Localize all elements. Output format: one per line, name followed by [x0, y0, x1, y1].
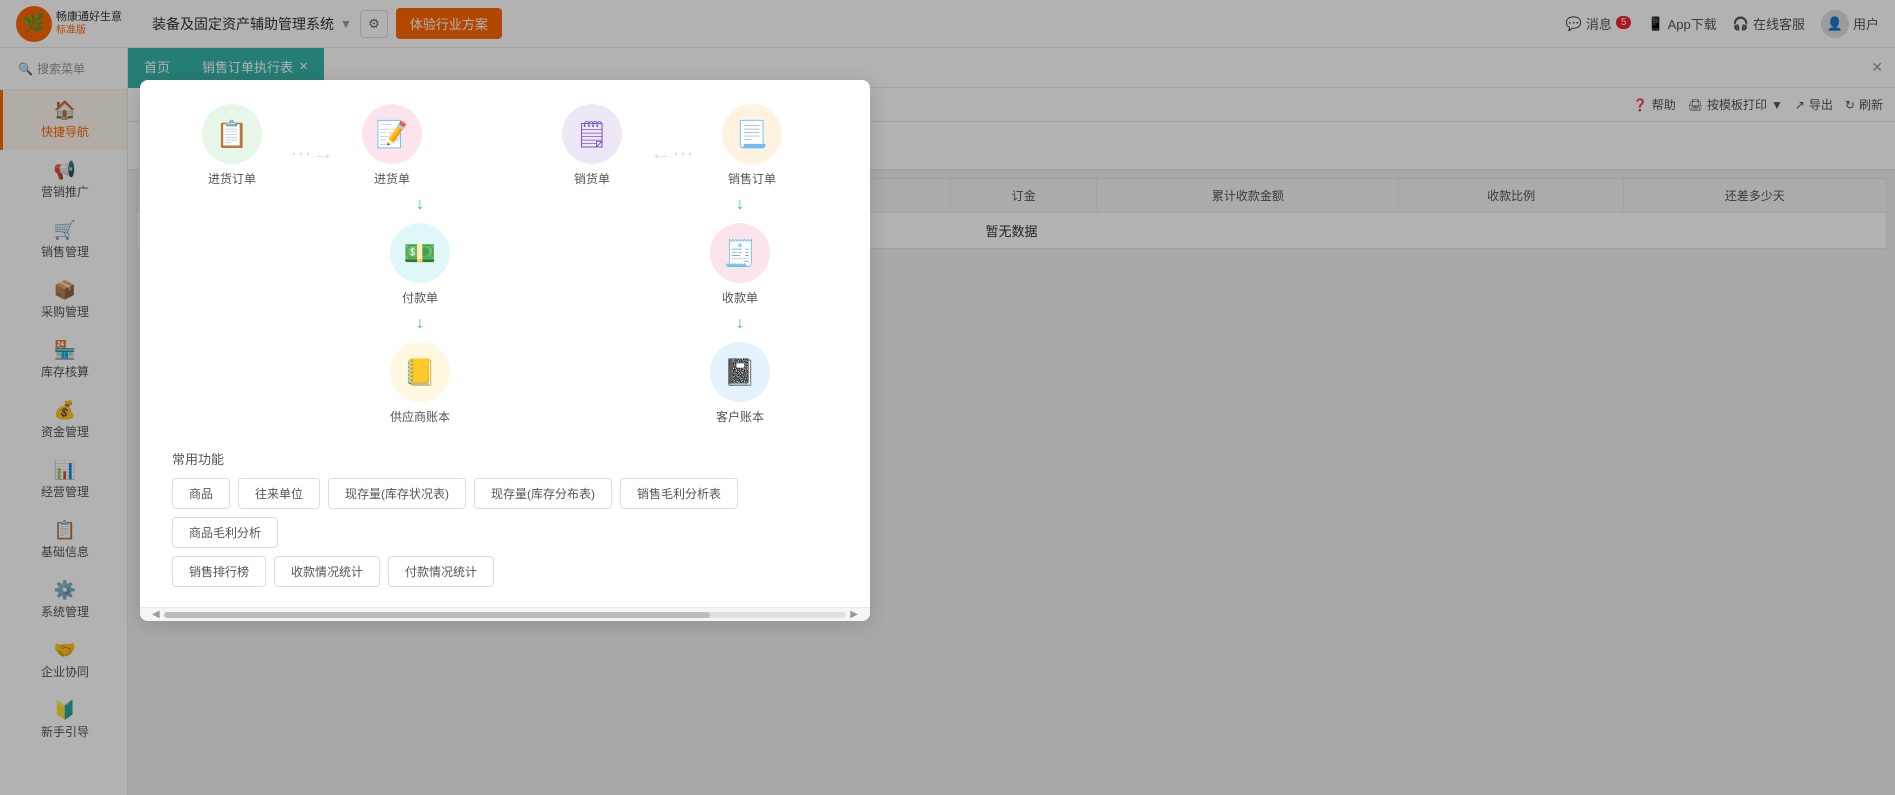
func-buttons-row2: 销售排行榜 收款情况统计 付款情况统计	[172, 556, 838, 587]
func-btn-counterparty[interactable]: 往来单位	[238, 478, 320, 509]
func-btn-payment-stats[interactable]: 付款情况统计	[388, 556, 494, 587]
func-btn-stock-status[interactable]: 现存量(库存状况表)	[328, 478, 466, 509]
func-btn-stock-dist[interactable]: 现存量(库存分布表)	[474, 478, 612, 509]
down-arrow-2: ↓	[680, 195, 800, 215]
func-btn-sales-gross[interactable]: 销售毛利分析表	[620, 478, 738, 509]
down-arrow-1: ↓	[360, 195, 480, 215]
func-btn-receipt-stats[interactable]: 收款情况统计	[274, 556, 380, 587]
flow-node-purchase-bill[interactable]: 📝 进货单	[332, 104, 452, 187]
purchase-order-circle: 📋	[202, 104, 262, 164]
flow-node-sales-bill[interactable]: 🗒 销货单	[532, 104, 652, 187]
flow-node-receipt-bill[interactable]: 🧾 收款单	[680, 223, 800, 306]
flow-row-1: 📋 进货订单 ···→ 📝 进货单	[172, 104, 838, 187]
func-btn-sales-rank[interactable]: 销售排行榜	[172, 556, 266, 587]
common-functions-area: 常用功能 商品 往来单位 现存量(库存状况表) 现存量(库存分布表) 销售毛利分…	[172, 449, 838, 587]
modal-overlay[interactable]: 📋 进货订单 ···→ 📝 进货单	[0, 0, 1895, 795]
sales-order-circle: 📃	[722, 104, 782, 164]
sales-bill-label: 销货单	[574, 170, 610, 187]
flow-arrows-row: ↓ ↓	[360, 195, 838, 215]
modal-box: 📋 进货订单 ···→ 📝 进货单	[140, 80, 870, 621]
arrow-h2: ←···	[652, 126, 692, 166]
common-funcs-title: 常用功能	[172, 449, 838, 468]
modal-content: 📋 进货订单 ···→ 📝 进货单	[140, 80, 870, 607]
flow-node-sales-order[interactable]: 📃 销售订单	[692, 104, 812, 187]
sales-bill-circle: 🗒	[562, 104, 622, 164]
flow-node-customer-ledger[interactable]: 📓 客户账本	[680, 342, 800, 425]
scrollbar-track[interactable]	[164, 612, 847, 618]
down-arrow-3: ↓	[360, 314, 480, 334]
flow-row-3: 📒 供应商账本 📓 客户账本	[360, 342, 838, 425]
supplier-ledger-label: 供应商账本	[390, 408, 450, 425]
modal-scrollbar: ◀ ▶	[140, 607, 870, 621]
scrollbar-thumb	[164, 612, 710, 618]
flow-node-purchase-order[interactable]: 📋 进货订单	[172, 104, 292, 187]
sales-order-label: 销售订单	[728, 170, 776, 187]
func-buttons-row1: 商品 往来单位 现存量(库存状况表) 现存量(库存分布表) 销售毛利分析表 商品…	[172, 478, 838, 548]
purchase-order-label: 进货订单	[208, 170, 256, 187]
payment-bill-label: 付款单	[402, 289, 438, 306]
scroll-left-arrow[interactable]: ◀	[148, 609, 164, 620]
func-btn-product-gross[interactable]: 商品毛利分析	[172, 517, 278, 548]
payment-bill-circle: 💵	[390, 223, 450, 283]
receipt-bill-label: 收款单	[722, 289, 758, 306]
arrow-h1: ···→	[292, 126, 332, 166]
purchase-bill-label: 进货单	[374, 170, 410, 187]
receipt-bill-circle: 🧾	[710, 223, 770, 283]
flow-node-payment-bill[interactable]: 💵 付款单	[360, 223, 480, 306]
flow-chart: 📋 进货订单 ···→ 📝 进货单	[172, 104, 838, 433]
scroll-right-arrow[interactable]: ▶	[846, 609, 862, 620]
flow-row-2: 💵 付款单 🧾 收款单	[360, 223, 838, 306]
func-btn-product[interactable]: 商品	[172, 478, 230, 509]
flow-arrows-row2: ↓ ↓	[360, 314, 838, 334]
supplier-ledger-circle: 📒	[390, 342, 450, 402]
customer-ledger-circle: 📓	[710, 342, 770, 402]
purchase-bill-circle: 📝	[362, 104, 422, 164]
down-arrow-4: ↓	[680, 314, 800, 334]
customer-ledger-label: 客户账本	[716, 408, 764, 425]
flow-node-supplier-ledger[interactable]: 📒 供应商账本	[360, 342, 480, 425]
